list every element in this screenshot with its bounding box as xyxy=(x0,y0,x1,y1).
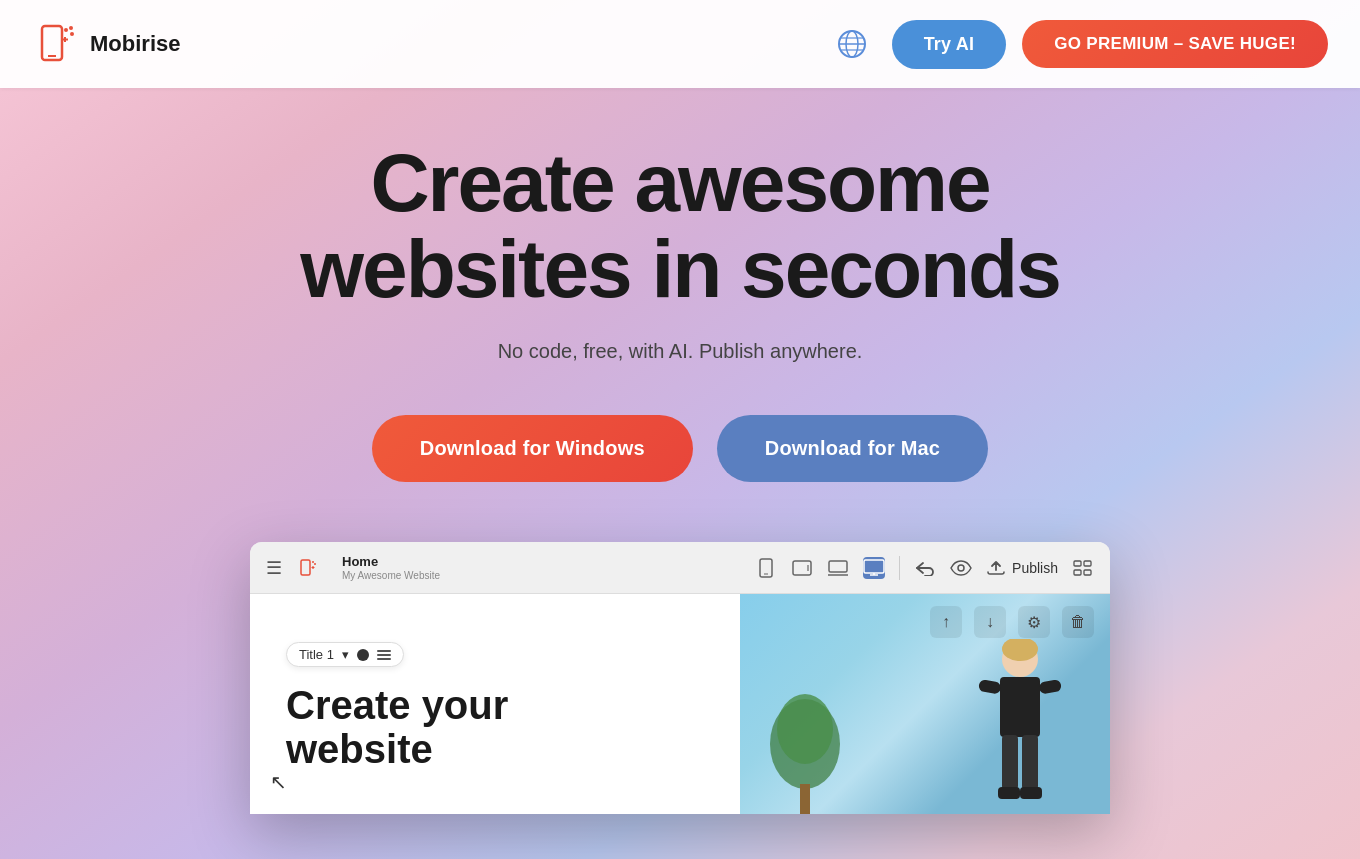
undo-icon[interactable] xyxy=(914,557,936,579)
globe-icon xyxy=(836,28,868,60)
hamburger-icon[interactable]: ☰ xyxy=(266,557,282,579)
svg-rect-37 xyxy=(1038,679,1062,695)
tree-illustration xyxy=(760,684,850,814)
svg-rect-33 xyxy=(800,784,810,814)
app-canvas: ↑ ↓ ⚙ 🗑 Title 1 ▾ xyxy=(250,594,1110,814)
title-badge-line-2 xyxy=(377,654,391,656)
download-mac-button[interactable]: Download for Mac xyxy=(717,415,988,482)
header-right: Try AI GO PREMIUM – SAVE HUGE! xyxy=(828,20,1328,69)
title-badge-caret: ▾ xyxy=(342,647,349,662)
language-button[interactable] xyxy=(828,20,876,68)
canvas-top-controls: ↑ ↓ ⚙ 🗑 xyxy=(930,606,1094,638)
toolbar-divider xyxy=(899,556,900,580)
svg-point-3 xyxy=(69,26,73,30)
svg-point-4 xyxy=(70,32,74,36)
toolbar-site-name: My Awesome Website xyxy=(342,570,440,581)
cursor-indicator: ↖ xyxy=(270,770,287,794)
logo-link[interactable]: Mobirise xyxy=(32,20,180,68)
hero-subtitle: No code, free, with AI. Publish anywhere… xyxy=(498,340,863,363)
more-options-icon[interactable] xyxy=(1072,557,1094,579)
svg-rect-0 xyxy=(42,26,62,60)
toolbar-icons: Publish xyxy=(755,556,1094,580)
cta-buttons: Download for Windows Download for Mac xyxy=(372,415,988,482)
svg-rect-41 xyxy=(1020,787,1042,799)
svg-point-13 xyxy=(312,561,314,563)
svg-rect-21 xyxy=(829,561,847,572)
svg-rect-12 xyxy=(301,560,310,575)
svg-rect-30 xyxy=(1084,570,1091,575)
app-logo-icon xyxy=(298,558,318,578)
try-ai-button[interactable]: Try AI xyxy=(892,20,1007,69)
person-illustration xyxy=(970,639,1070,814)
svg-point-32 xyxy=(777,694,833,764)
canvas-heading-line1: Create your xyxy=(286,683,508,727)
title-badge-lines xyxy=(377,650,391,660)
app-screenshot: ☰ Home My Awesome Website xyxy=(250,542,1110,814)
title-badge-dot xyxy=(357,649,369,661)
premium-button[interactable]: GO PREMIUM – SAVE HUGE! xyxy=(1022,20,1328,68)
header: Mobirise Try AI GO PREMIUM – SAVE HUGE! xyxy=(0,0,1360,88)
toolbar-page-info: Home My Awesome Website xyxy=(342,554,440,581)
publish-button[interactable]: Publish xyxy=(986,560,1058,576)
svg-rect-40 xyxy=(998,787,1020,799)
canvas-left: Title 1 ▾ Create your website ↖ xyxy=(250,594,740,814)
delete-icon[interactable]: 🗑 xyxy=(1062,606,1094,638)
toolbar-page-name: Home xyxy=(342,554,440,569)
move-down-icon[interactable]: ↓ xyxy=(974,606,1006,638)
svg-rect-29 xyxy=(1074,570,1081,575)
svg-point-14 xyxy=(314,563,316,565)
svg-rect-39 xyxy=(1022,735,1038,790)
title-badge[interactable]: Title 1 ▾ xyxy=(286,642,404,667)
title-badge-line-3 xyxy=(377,658,391,660)
preview-icon[interactable] xyxy=(950,557,972,579)
desktop-view-icon[interactable] xyxy=(863,557,885,579)
move-up-icon[interactable]: ↑ xyxy=(930,606,962,638)
canvas-heading: Create your website xyxy=(286,683,704,771)
svg-rect-36 xyxy=(978,679,1002,695)
title-badge-text: Title 1 xyxy=(299,647,334,662)
svg-rect-38 xyxy=(1002,735,1018,790)
logo-text: Mobirise xyxy=(90,31,180,57)
publish-label: Publish xyxy=(1012,560,1058,576)
download-windows-button[interactable]: Download for Windows xyxy=(372,415,693,482)
mobile-view-icon[interactable] xyxy=(755,557,777,579)
svg-point-2 xyxy=(64,28,68,32)
svg-rect-35 xyxy=(1000,677,1040,737)
title-badge-line-1 xyxy=(377,650,391,652)
svg-rect-27 xyxy=(1074,561,1081,566)
hero-title: Create awesome websites in seconds xyxy=(230,140,1130,312)
tablet-view-icon[interactable] xyxy=(791,557,813,579)
publish-icon xyxy=(986,560,1006,576)
svg-rect-23 xyxy=(864,560,884,573)
hero-section: Create awesome websites in seconds No co… xyxy=(0,0,1360,859)
logo-icon xyxy=(32,20,80,68)
settings-icon[interactable]: ⚙ xyxy=(1018,606,1050,638)
svg-rect-28 xyxy=(1084,561,1091,566)
svg-point-26 xyxy=(958,565,964,571)
laptop-view-icon[interactable] xyxy=(827,557,849,579)
canvas-heading-line2: website xyxy=(286,727,433,771)
app-toolbar: ☰ Home My Awesome Website xyxy=(250,542,1110,594)
